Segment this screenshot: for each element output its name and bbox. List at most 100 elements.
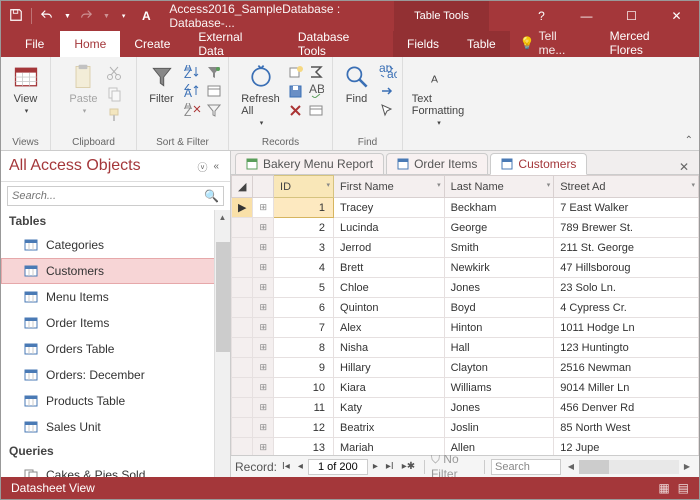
toggle-filter-icon[interactable] [206, 103, 222, 120]
column-header-last-name[interactable]: Last Name▾ [444, 176, 554, 198]
new-record-nav-button[interactable]: ▸✱ [399, 461, 418, 472]
tab-external-data[interactable]: External Data [184, 31, 284, 57]
table-row[interactable]: ⊞12BeatrixJoslin85 North West [232, 418, 699, 438]
nav-item-menu-items[interactable]: Menu Items [1, 284, 230, 310]
row-selector[interactable] [232, 258, 253, 278]
row-selector[interactable] [232, 278, 253, 298]
expand-row-icon[interactable]: ⊞ [253, 418, 274, 438]
row-selector[interactable] [232, 298, 253, 318]
table-row[interactable]: ▶⊞1TraceyBeckham7 East Walker [232, 198, 699, 218]
nav-item-products-table[interactable]: Products Table [1, 388, 230, 414]
table-row[interactable]: ⊞13MariahAllen12 Jupe [232, 438, 699, 456]
tab-create[interactable]: Create [120, 31, 184, 57]
expand-row-icon[interactable]: ⊞ [253, 438, 274, 456]
expand-row-icon[interactable]: ⊞ [253, 338, 274, 358]
row-selector[interactable] [232, 318, 253, 338]
column-header-street-ad[interactable]: Street Ad▾ [554, 176, 699, 198]
save-icon[interactable] [9, 8, 23, 25]
paste-button[interactable]: Paste▾ [65, 61, 101, 117]
copy-icon[interactable] [106, 86, 122, 105]
more-records-icon[interactable] [308, 103, 324, 120]
expand-row-icon[interactable]: ⊞ [253, 398, 274, 418]
replace-icon[interactable]: abac [379, 65, 397, 82]
goto-icon[interactable] [379, 84, 397, 101]
nav-item-categories[interactable]: Categories [1, 232, 230, 258]
delete-record-icon[interactable] [288, 103, 304, 120]
prev-record-button[interactable]: ◂ [295, 461, 306, 472]
datasheet-view-icon[interactable]: ▦ [658, 481, 669, 495]
totals-icon[interactable] [308, 65, 324, 82]
table-row[interactable]: ⊞5ChloeJones23 Solo Ln. [232, 278, 699, 298]
tell-me[interactable]: 💡Tell me... [510, 29, 596, 57]
row-selector[interactable] [232, 338, 253, 358]
nav-search-box[interactable]: 🔍 [7, 186, 224, 206]
sort-asc-icon[interactable]: AZ [184, 65, 202, 82]
nav-item-customers[interactable]: Customers [1, 258, 230, 284]
nav-collapse-icon[interactable]: « [210, 161, 222, 172]
doc-tab-bakery-menu-report[interactable]: Bakery Menu Report [235, 153, 384, 174]
row-selector[interactable] [232, 358, 253, 378]
expand-row-icon[interactable]: ⊞ [253, 198, 274, 218]
select-all-corner[interactable]: ◢ [232, 176, 253, 198]
expand-row-icon[interactable]: ⊞ [253, 238, 274, 258]
remove-sort-icon[interactable]: AZ [184, 103, 202, 120]
row-selector[interactable] [232, 398, 253, 418]
save-record-icon[interactable] [288, 84, 304, 101]
format-painter-icon[interactable] [106, 107, 122, 126]
row-selector[interactable] [232, 238, 253, 258]
nav-item-order-items[interactable]: Order Items [1, 310, 230, 336]
undo-dropdown[interactable]: ▼ [64, 13, 71, 20]
table-row[interactable]: ⊞8NishaHall123 Huntingto [232, 338, 699, 358]
minimize-button[interactable]: ― [564, 1, 609, 31]
nav-item-orders-december[interactable]: Orders: December [1, 362, 230, 388]
record-position-input[interactable] [308, 459, 368, 475]
column-header-first-name[interactable]: First Name▾ [334, 176, 445, 198]
nav-group-tables[interactable]: Tables⌃ [1, 210, 230, 232]
tab-home[interactable]: Home [60, 31, 120, 57]
view-button[interactable]: View▾ [8, 61, 44, 117]
first-record-button[interactable]: I◂ [279, 461, 293, 472]
table-row[interactable]: ⊞11KatyJones456 Denver Rd [232, 398, 699, 418]
refresh-all-button[interactable]: Refresh All▾ [237, 61, 284, 129]
expand-row-icon[interactable]: ⊞ [253, 298, 274, 318]
nav-dropdown-icon[interactable]: ⓥ [194, 159, 210, 174]
table-row[interactable]: ⊞7AlexHinton1011 Hodge Ln [232, 318, 699, 338]
expand-row-icon[interactable]: ⊞ [253, 378, 274, 398]
expand-row-icon[interactable]: ⊞ [253, 318, 274, 338]
table-row[interactable]: ⊞10KiaraWilliams9014 Miller Ln [232, 378, 699, 398]
row-selector[interactable] [232, 218, 253, 238]
nav-scrollbar[interactable]: ▲ [214, 210, 230, 477]
row-selector[interactable] [232, 438, 253, 456]
new-record-icon[interactable] [288, 65, 304, 82]
nav-item-cakes-pies-sold[interactable]: Cakes & Pies Sold [1, 462, 230, 477]
record-search-input[interactable] [491, 459, 561, 475]
nav-item-orders-table[interactable]: Orders Table [1, 336, 230, 362]
tab-fields[interactable]: Fields [393, 31, 453, 57]
select-icon[interactable] [379, 103, 397, 120]
nav-group-queries[interactable]: Queries⌃ [1, 440, 230, 462]
tab-table[interactable]: Table [453, 31, 510, 57]
row-selector[interactable]: ▶ [232, 198, 253, 218]
tab-file[interactable]: File [9, 31, 60, 57]
table-row[interactable]: ⊞3JerrodSmith211 St. George [232, 238, 699, 258]
close-tab-icon[interactable]: ✕ [673, 160, 695, 174]
help-button[interactable]: ? [519, 1, 564, 31]
nav-search-input[interactable] [12, 190, 204, 202]
datasheet-grid[interactable]: ◢ ID▾First Name▾Last Name▾Street Ad▾▶⊞1Tr… [231, 175, 699, 455]
table-row[interactable]: ⊞6QuintonBoyd4 Cypress Cr. [232, 298, 699, 318]
filter-indicator[interactable]: ⛉ No Filter [431, 452, 478, 477]
redo-icon[interactable] [79, 8, 93, 25]
table-row[interactable]: ⊞9HillaryClayton2516 Newman [232, 358, 699, 378]
qat-customize[interactable]: ▾ [122, 12, 126, 20]
column-header-id[interactable]: ID▾ [274, 176, 334, 198]
last-record-button[interactable]: ▸I [383, 461, 397, 472]
table-row[interactable]: ⊞4BrettNewkirk47 Hillsboroug [232, 258, 699, 278]
collapse-ribbon-icon[interactable]: ⌃ [685, 135, 693, 146]
tab-database-tools[interactable]: Database Tools [284, 31, 393, 57]
doc-tab-order-items[interactable]: Order Items [386, 153, 488, 174]
design-view-icon[interactable]: ▤ [678, 481, 689, 495]
next-record-button[interactable]: ▸ [370, 461, 381, 472]
doc-tab-customers[interactable]: Customers [490, 153, 587, 175]
close-button[interactable]: ✕ [654, 1, 699, 31]
filter-button[interactable]: Filter [144, 61, 180, 107]
